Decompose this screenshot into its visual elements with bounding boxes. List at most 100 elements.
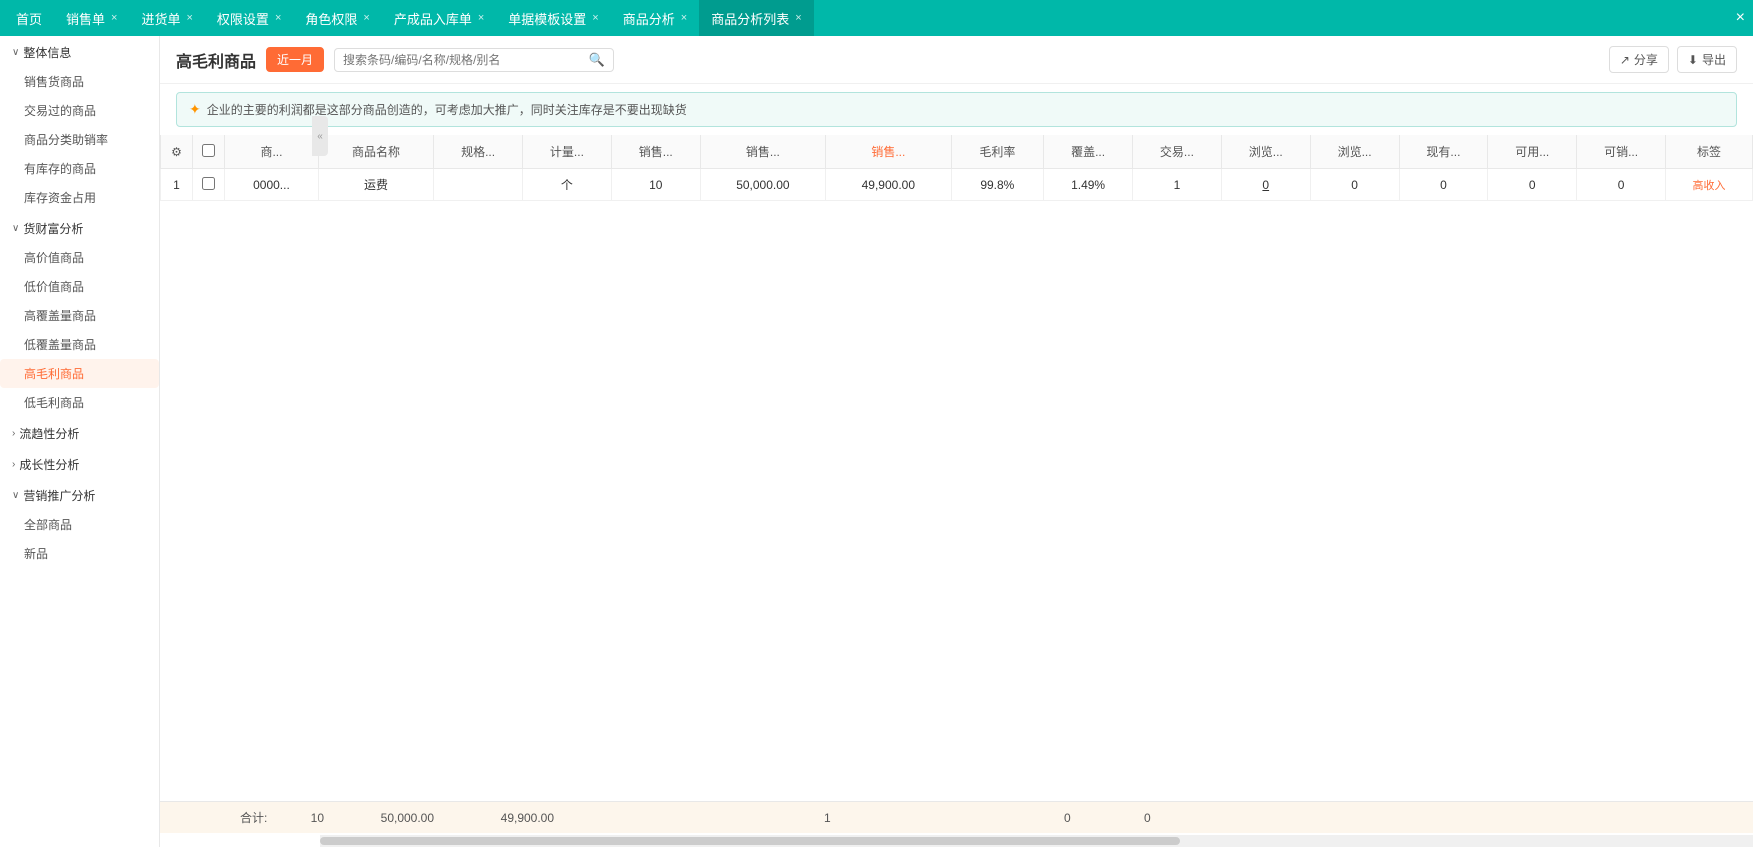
col-gross-margin[interactable]: 毛利率 bbox=[951, 135, 1044, 169]
nav-roles[interactable]: 角色权限 × bbox=[293, 0, 381, 36]
cell-code[interactable]: 0000... bbox=[225, 169, 319, 201]
table-wrapper[interactable]: ⚙ 商... 商品名称 规格... 计量... 销售... 销售... 销售..… bbox=[160, 135, 1753, 847]
sidebar-group-growth[interactable]: › 成长性分析 bbox=[0, 448, 159, 479]
main-layout: ∨ 整体信息 销售货商品 交易过的商品 商品分类助销率 有库存的商品 库存资金占… bbox=[0, 36, 1753, 847]
col-unit[interactable]: 计量... bbox=[523, 135, 612, 169]
sidebar-item-low-margin[interactable]: 低毛利商品 bbox=[0, 388, 159, 417]
sidebar-item-low-value[interactable]: 低价值商品 bbox=[0, 272, 159, 301]
footer-empty3 bbox=[867, 811, 947, 825]
cell-transactions: 1 bbox=[1133, 169, 1222, 201]
row-checkbox[interactable] bbox=[202, 177, 215, 190]
page-title: 高毛利商品 bbox=[176, 48, 256, 72]
table-row: 1 0000... 运费 个 10 50,000.00 49,900.00 99… bbox=[161, 169, 1753, 201]
nav-close-roles[interactable]: × bbox=[363, 12, 369, 24]
nav-close-purchase[interactable]: × bbox=[186, 12, 192, 24]
top-nav: 首页 销售单 × 进货单 × 权限设置 × 角色权限 × 产成品入库单 × 单据… bbox=[0, 0, 1753, 36]
nav-template[interactable]: 单据模板设置 × bbox=[496, 0, 610, 36]
col-sales-amount[interactable]: 销售... bbox=[700, 135, 825, 169]
chevron-down-icon-2: ∨ bbox=[12, 223, 19, 234]
close-all-tabs[interactable]: × bbox=[1736, 10, 1745, 26]
chevron-down-icon: ∨ bbox=[12, 47, 19, 58]
content-area: « 高毛利商品 近一月 🔍 ↗ 分享 ⬇ 导出 ✦ 企 bbox=[160, 36, 1753, 847]
col-sales-count[interactable]: 销售... bbox=[611, 135, 700, 169]
sidebar-group-trend[interactable]: › 流趋性分析 bbox=[0, 417, 159, 448]
sidebar-item-high-margin[interactable]: 高毛利商品 bbox=[0, 359, 159, 388]
sidebar-item-low-coverage[interactable]: 低覆盖量商品 bbox=[0, 330, 159, 359]
footer-empty4 bbox=[947, 811, 1027, 825]
col-available-stock[interactable]: 可用... bbox=[1488, 135, 1577, 169]
col-views1[interactable]: 浏览... bbox=[1221, 135, 1310, 169]
search-icon[interactable]: 🔍 bbox=[589, 52, 605, 68]
search-input[interactable] bbox=[343, 53, 589, 67]
nav-product-analysis-list[interactable]: 商品分析列表 × bbox=[699, 0, 813, 36]
nav-close-permissions[interactable]: × bbox=[275, 12, 281, 24]
sidebar-item-sales-goods[interactable]: 销售货商品 bbox=[0, 67, 159, 96]
sidebar-item-all-goods[interactable]: 全部商品 bbox=[0, 510, 159, 539]
nav-product-storage[interactable]: 产成品入库单 × bbox=[382, 0, 496, 36]
col-sales-profit[interactable]: 销售... bbox=[826, 135, 951, 169]
nav-close-analysis[interactable]: × bbox=[681, 12, 687, 24]
content-header: 高毛利商品 近一月 🔍 ↗ 分享 ⬇ 导出 bbox=[160, 36, 1753, 84]
cell-views1[interactable]: 0 bbox=[1221, 169, 1310, 201]
table-header-row: ⚙ 商... 商品名称 规格... 计量... 销售... 销售... 销售..… bbox=[161, 135, 1753, 169]
col-name[interactable]: 商品名称 bbox=[318, 135, 433, 169]
sidebar-item-traded-goods[interactable]: 交易过的商品 bbox=[0, 96, 159, 125]
col-tag[interactable]: 标签 bbox=[1665, 135, 1752, 169]
select-all-checkbox[interactable] bbox=[202, 144, 215, 157]
info-banner: ✦ 企业的主要的利润都是这部分商品创造的，可考虑加大推广，同时关注库存是不要出现… bbox=[176, 92, 1737, 127]
cell-sales-profit: 49,900.00 bbox=[826, 169, 951, 201]
sidebar-group-overall[interactable]: ∨ 整体信息 bbox=[0, 36, 159, 67]
nav-close-storage[interactable]: × bbox=[478, 12, 484, 24]
info-icon: ✦ bbox=[189, 101, 201, 118]
footer-empty2 bbox=[687, 811, 787, 825]
cell-coverage: 1.49% bbox=[1044, 169, 1133, 201]
filter-recent-month[interactable]: 近一月 bbox=[266, 47, 324, 72]
nav-product-analysis[interactable]: 商品分析 × bbox=[611, 0, 699, 36]
chevron-right-icon: › bbox=[12, 428, 15, 439]
nav-close-sales[interactable]: × bbox=[111, 12, 117, 24]
col-coverage[interactable]: 覆盖... bbox=[1044, 135, 1133, 169]
footer-sales-profit: 49,900.00 bbox=[467, 811, 587, 825]
footer-label: 合计: bbox=[160, 809, 267, 826]
footer-total: 合计: 10 50,000.00 49,900.00 1 0 0 bbox=[160, 801, 1753, 833]
cell-sales-amount: 50,000.00 bbox=[700, 169, 825, 201]
col-views2[interactable]: 浏览... bbox=[1310, 135, 1399, 169]
col-spec[interactable]: 规格... bbox=[434, 135, 523, 169]
col-current-stock[interactable]: 现有... bbox=[1399, 135, 1488, 169]
scrollbar-thumb[interactable] bbox=[320, 837, 1180, 845]
sidebar-item-stocked-goods[interactable]: 有库存的商品 bbox=[0, 154, 159, 183]
sidebar-group-wealth[interactable]: ∨ 货财富分析 bbox=[0, 212, 159, 243]
col-code[interactable]: 商... bbox=[225, 135, 319, 169]
cell-tag: 高收入 bbox=[1665, 169, 1752, 201]
cell-unit: 个 bbox=[523, 169, 612, 201]
horizontal-scrollbar[interactable] bbox=[320, 835, 1753, 847]
sidebar-item-new-goods[interactable]: 新品 bbox=[0, 539, 159, 568]
sidebar-item-high-value[interactable]: 高价值商品 bbox=[0, 243, 159, 272]
sidebar-item-category-rate[interactable]: 商品分类助销率 bbox=[0, 125, 159, 154]
sidebar-item-stock-capital[interactable]: 库存资金占用 bbox=[0, 183, 159, 212]
footer-sales-count: 10 bbox=[287, 811, 347, 825]
sidebar-group-marketing[interactable]: ∨ 营销推广分析 bbox=[0, 479, 159, 510]
footer-empty1 bbox=[587, 811, 687, 825]
cell-gross-margin: 99.8% bbox=[951, 169, 1044, 201]
col-saleable-stock[interactable]: 可销... bbox=[1577, 135, 1666, 169]
cell-name[interactable]: 运费 bbox=[318, 169, 433, 201]
nav-purchase-order[interactable]: 进货单 × bbox=[129, 0, 204, 36]
col-checkbox[interactable] bbox=[193, 135, 225, 169]
sidebar-item-high-coverage[interactable]: 高覆盖量商品 bbox=[0, 301, 159, 330]
data-table: ⚙ 商... 商品名称 规格... 计量... 销售... 销售... 销售..… bbox=[160, 135, 1753, 201]
export-icon: ⬇ bbox=[1688, 53, 1698, 67]
export-button[interactable]: ⬇ 导出 bbox=[1677, 46, 1737, 73]
nav-sales-order[interactable]: 销售单 × bbox=[54, 0, 129, 36]
cell-checkbox[interactable] bbox=[193, 169, 225, 201]
col-settings[interactable]: ⚙ bbox=[161, 135, 193, 169]
col-transactions[interactable]: 交易... bbox=[1133, 135, 1222, 169]
nav-home[interactable]: 首页 bbox=[4, 0, 54, 36]
nav-close-template[interactable]: × bbox=[592, 12, 598, 24]
sidebar-collapse-button[interactable]: « bbox=[312, 116, 328, 156]
nav-permissions[interactable]: 权限设置 × bbox=[205, 0, 293, 36]
share-button[interactable]: ↗ 分享 bbox=[1609, 46, 1669, 73]
nav-close-analysis-list[interactable]: × bbox=[795, 12, 801, 24]
cell-saleable-stock: 0 bbox=[1577, 169, 1666, 201]
settings-icon[interactable]: ⚙ bbox=[171, 145, 182, 159]
